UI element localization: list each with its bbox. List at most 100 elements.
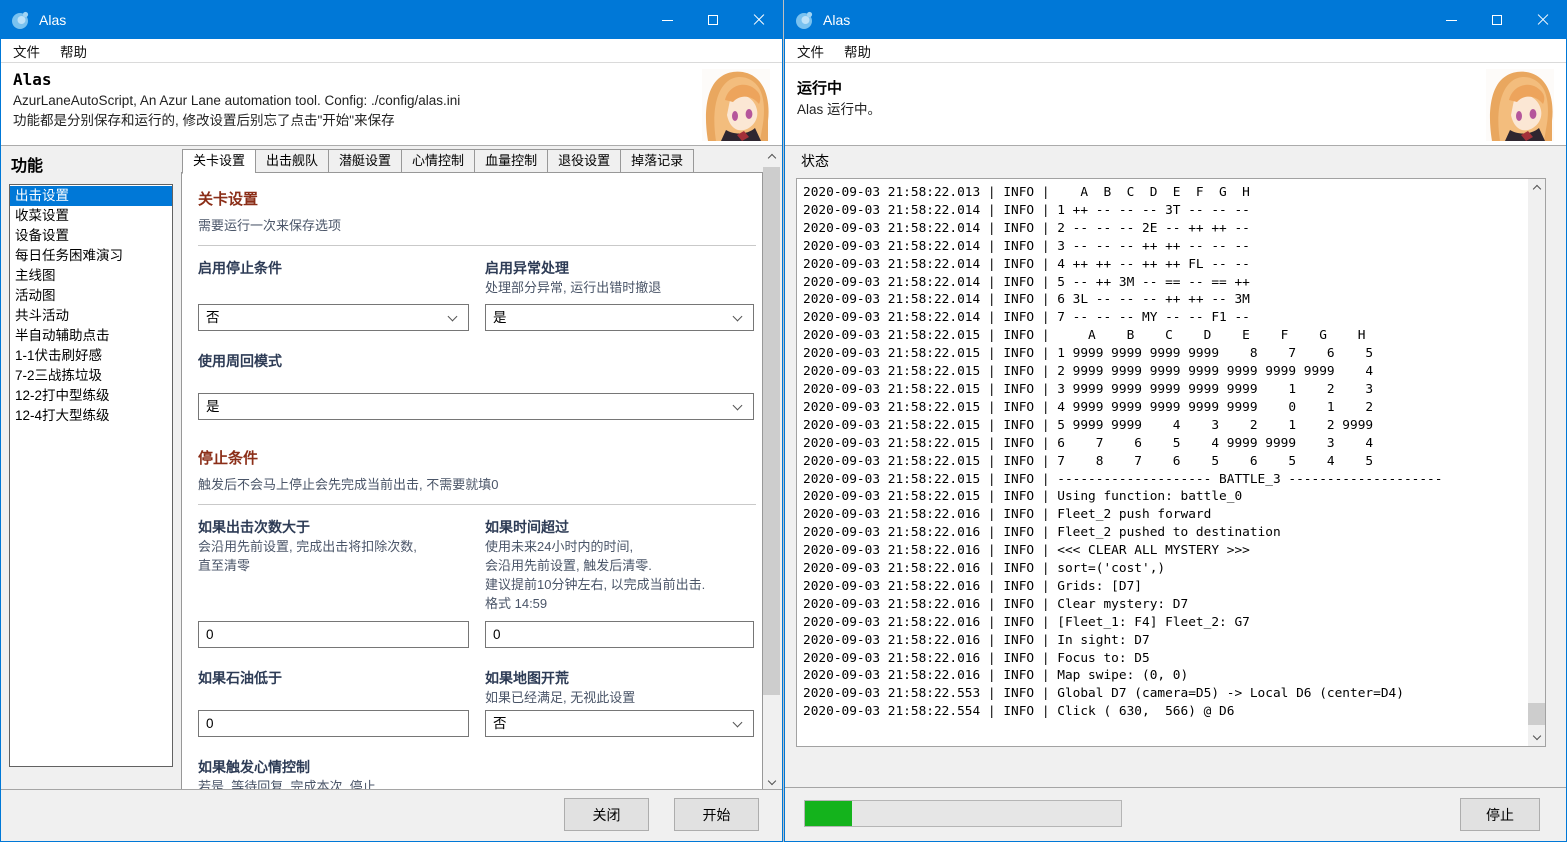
log-line: 2020-09-03 21:58:22.015 | INFO | 1 9999 … [803, 346, 1374, 362]
settings-tabs: 关卡设置 出击舰队 潜艇设置 心情控制 血量控制 退役设置 掉落记录 [182, 149, 695, 174]
progress-fill [805, 801, 853, 826]
use-loop-label: 使用周回模式 [198, 353, 282, 369]
close-button[interactable] [736, 1, 782, 39]
log-line: 2020-09-03 21:58:22.015 | INFO | 6 7 6 5… [803, 435, 1374, 451]
tab[interactable]: 出击舰队 [255, 149, 329, 173]
maximize-button[interactable] [1474, 1, 1520, 39]
titlebar[interactable]: Alas [1, 1, 782, 39]
log-line: 2020-09-03 21:58:22.016 | INFO | Clear m… [803, 596, 1189, 612]
if-map-clear-desc: 如果已经满足, 无视此设置 [485, 690, 636, 705]
titlebar[interactable]: Alas [785, 1, 1566, 39]
tab[interactable]: 关卡设置 [182, 149, 256, 174]
maximize-button[interactable] [690, 1, 736, 39]
sidebar-item[interactable]: 12-4打大型练级 [10, 406, 172, 426]
stop-button[interactable]: 停止 [1460, 798, 1540, 831]
chevron-down-icon [732, 400, 743, 411]
log-line: 2020-09-03 21:58:22.016 | INFO | In sigh… [803, 632, 1150, 648]
scrollbar-thumb[interactable] [1528, 703, 1545, 725]
log-line: 2020-09-03 21:58:22.016 | INFO | [Fleet_… [803, 614, 1250, 630]
chevron-down-icon [732, 311, 743, 322]
run-status-title: 运行中 [797, 80, 843, 97]
sidebar-item[interactable]: 1-1伏击刷好感 [10, 346, 172, 366]
if-oil-label: 如果石油低于 [198, 670, 282, 686]
log-line: 2020-09-03 21:58:22.554 | INFO | Click (… [803, 704, 1235, 720]
app-header: Alas AzurLaneAutoScript, An Azur Lane au… [1, 64, 782, 146]
divider [198, 245, 756, 246]
tab[interactable]: 潜艇设置 [328, 149, 402, 173]
close-button[interactable] [1520, 1, 1566, 39]
if-oil-input[interactable] [198, 710, 469, 737]
if-map-clear-select[interactable]: 否 [485, 710, 754, 737]
close-app-button[interactable]: 关闭 [564, 798, 649, 831]
if-count-desc: 会沿用先前设置, 完成出击将扣除次数, [198, 539, 417, 554]
chevron-up-icon [767, 153, 776, 163]
menu-item[interactable]: 帮助 [60, 41, 87, 61]
start-button[interactable]: 开始 [674, 798, 759, 831]
if-time-desc: 使用未来24小时内的时间, [485, 539, 634, 554]
tab[interactable]: 退役设置 [547, 149, 621, 173]
scrollbar-thumb[interactable] [763, 167, 780, 695]
sidebar-item[interactable]: 12-2打中型练级 [10, 386, 172, 406]
menu-item[interactable]: 文件 [797, 41, 824, 61]
enable-exception-desc: 处理部分异常, 运行出错时撤退 [485, 280, 662, 295]
log-line: 2020-09-03 21:58:22.014 | INFO | 4 ++ ++… [803, 256, 1250, 272]
sidebar-item[interactable]: 半自动辅助点击 [10, 326, 172, 346]
settings-scrollbar[interactable] [763, 148, 780, 791]
window-controls [644, 1, 782, 39]
enable-exception-label: 启用异常处理 [485, 260, 569, 276]
enable-stop-label: 启用停止条件 [198, 260, 282, 276]
sidebar-item[interactable]: 每日任务困难演习 [10, 246, 172, 266]
runner-footer: 停止 [785, 787, 1566, 841]
divider [198, 504, 756, 505]
log-line: 2020-09-03 21:58:22.016 | INFO | sort=('… [803, 561, 1166, 577]
if-count-input[interactable] [198, 621, 469, 648]
run-status-subtitle: Alas 运行中。 [797, 102, 882, 117]
scroll-up-arrow[interactable] [763, 148, 780, 165]
sidebar-item[interactable]: 出击设置 [10, 186, 172, 206]
sidebar-item[interactable]: 7-2三战拣垃圾 [10, 366, 172, 386]
close-icon [1537, 14, 1549, 26]
section-heading-stage: 关卡设置 [198, 191, 259, 208]
menu-item[interactable]: 帮助 [844, 41, 871, 61]
app-icon [796, 11, 813, 29]
tab[interactable]: 掉落记录 [620, 149, 695, 173]
settings-body: 功能 出击设置 收菜设置 设备设置 每日任务困难演习 主线图 活动图 共斗活动 半自动辅助点击… [1, 146, 782, 791]
minimize-icon [661, 19, 673, 21]
sidebar-item[interactable]: 设备设置 [10, 226, 172, 246]
window-title: Alas [823, 12, 851, 28]
if-time-label: 如果时间超过 [485, 519, 569, 535]
window-title: Alas [39, 12, 67, 28]
scroll-up-arrow[interactable] [1528, 179, 1545, 196]
function-listbox: 出击设置 收菜设置 设备设置 每日任务困难演习 主线图 活动图 共斗活动 半自动辅助点击 1-1… [9, 184, 173, 767]
sidebar-item[interactable]: 共斗活动 [10, 306, 172, 326]
settings-window: Alas 文件 帮助 Alas AzurLaneAutoScript, An Az… [0, 0, 783, 842]
use-loop-select[interactable]: 是 [198, 393, 754, 420]
log-line: 2020-09-03 21:58:22.015 | INFO | 5 9999 … [803, 417, 1374, 433]
if-time-input[interactable] [485, 621, 754, 648]
if-time-desc: 格式 14:59 [485, 596, 548, 611]
log-line: 2020-09-03 21:58:22.014 | INFO | 5 -- ++… [803, 274, 1250, 290]
log-line: 2020-09-03 21:58:22.016 | INFO | Grids: … [803, 578, 1142, 594]
sidebar-item[interactable]: 主线图 [10, 266, 172, 286]
avatar [702, 69, 770, 141]
log-line: 2020-09-03 21:58:22.013 | INFO | A B C D… [803, 185, 1250, 200]
tab[interactable]: 心情控制 [401, 149, 475, 173]
scroll-down-arrow[interactable] [1528, 729, 1545, 746]
use-loop-value: 是 [206, 399, 220, 414]
section-desc-stop: 触发后不会马上停止会先完成当前出击, 不需要就填0 [198, 477, 499, 492]
tab[interactable]: 血量控制 [474, 149, 548, 173]
if-emotion-label: 如果触发心情控制 [198, 759, 310, 775]
if-count-label: 如果出击次数大于 [198, 519, 310, 535]
enable-exception-value: 是 [493, 310, 507, 325]
log-scrollbar[interactable] [1528, 179, 1545, 746]
enable-stop-select[interactable]: 否 [198, 304, 469, 331]
chevron-down-icon [732, 717, 743, 728]
sidebar-item[interactable]: 收菜设置 [10, 206, 172, 226]
log-box: 2020-09-03 21:58:22.013 | INFO | A B C D… [796, 178, 1546, 747]
log-line: 2020-09-03 21:58:22.015 | INFO | 3 9999 … [803, 381, 1374, 397]
minimize-button[interactable] [644, 1, 690, 39]
menu-item[interactable]: 文件 [13, 41, 40, 61]
sidebar-item[interactable]: 活动图 [10, 286, 172, 306]
enable-exception-select[interactable]: 是 [485, 304, 754, 331]
minimize-button[interactable] [1428, 1, 1474, 39]
